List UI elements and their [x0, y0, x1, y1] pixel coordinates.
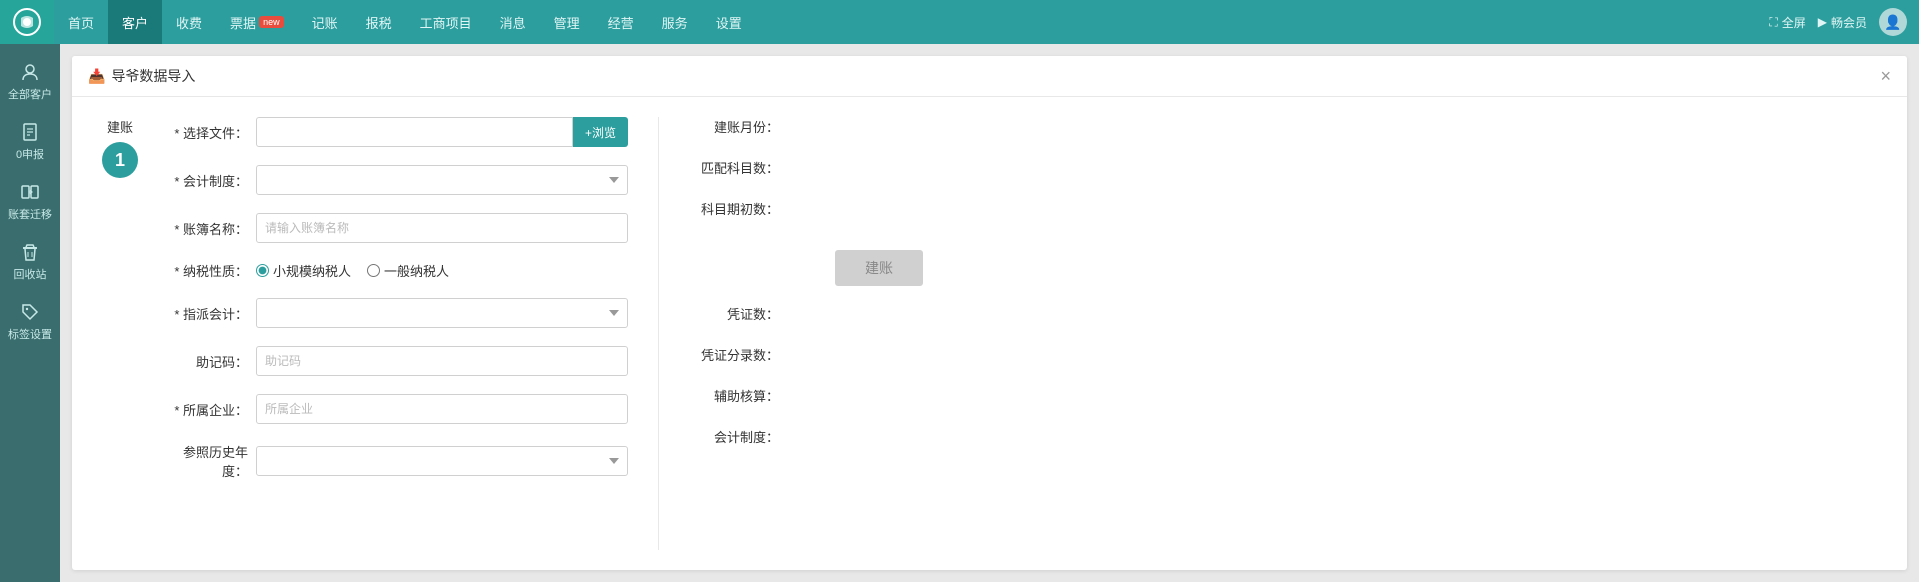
nav-item-收费[interactable]: 收费	[162, 0, 216, 44]
ref-year-select[interactable]	[256, 446, 628, 476]
member-button[interactable]: ▶ 畅会员	[1818, 14, 1867, 31]
sidebar-item-migrate[interactable]: 账套迁移	[0, 172, 60, 232]
form-row-memo: 助记码：	[168, 346, 628, 376]
form-row-accounting: * 会计制度：	[168, 165, 628, 195]
subjects-initial-label: 科目期初数：	[689, 199, 779, 218]
sidebar-item-declare[interactable]: 0申报	[0, 112, 60, 172]
fullscreen-label: 全屏	[1782, 14, 1806, 31]
nav-item-消息[interactable]: 消息	[486, 0, 540, 44]
sidebar-item-label-migrate: 账套迁移	[8, 206, 52, 222]
accountant-label: * 指派会计：	[168, 304, 248, 323]
nav-item-首页[interactable]: 首页	[54, 0, 108, 44]
nav-item-记账[interactable]: 记账	[298, 0, 352, 44]
accounting-system-select[interactable]	[256, 165, 628, 195]
form-right: 建账月份： 匹配科目数： 科目期初数： 建账	[689, 117, 1069, 550]
browse-button[interactable]: +浏览	[573, 117, 628, 147]
form-left: * 选择文件： +浏览 * 会计制度：	[168, 117, 628, 550]
memo-input[interactable]	[256, 346, 628, 376]
form-row-file: * 选择文件： +浏览	[168, 117, 628, 147]
nav-right: ⛶ 全屏 ▶ 畅会员 👤	[1769, 8, 1907, 36]
dialog-panel: 📥 导爷数据导入 × 建账 1 * 选择文件：	[72, 56, 1907, 570]
sidebar-item-label-all-clients: 全部客户	[8, 86, 52, 102]
fullscreen-icon: ⛶	[1769, 15, 1777, 30]
fullscreen-button[interactable]: ⛶ 全屏	[1769, 14, 1805, 31]
tax-radio-group: 小规模纳税人 一般纳税人	[256, 261, 449, 280]
form-row-voucher-entries: 凭证分录数：	[689, 345, 1069, 364]
nav-items: 首页客户收费票据new记账报税工商项目消息管理经营服务设置	[54, 0, 1769, 44]
import-icon: 📥	[88, 68, 105, 85]
match-subjects-label: 匹配科目数：	[689, 158, 779, 177]
nav-item-服务[interactable]: 服务	[648, 0, 702, 44]
accounting-label: * 会计制度：	[168, 171, 248, 190]
form-row-ledger: * 账簿名称：	[168, 213, 628, 243]
file-text-input[interactable]	[256, 117, 573, 147]
nav-item-设置[interactable]: 设置	[702, 0, 756, 44]
form-row-subjects-initial: 科目期初数：	[689, 199, 1069, 218]
user-avatar[interactable]: 👤	[1879, 8, 1907, 36]
form-row-ref-year: 参照历史年度：	[168, 442, 628, 480]
top-navigation: 首页客户收费票据new记账报税工商项目消息管理经营服务设置 ⛶ 全屏 ▶ 畅会员…	[0, 0, 1919, 44]
nav-item-经营[interactable]: 经营	[594, 0, 648, 44]
nav-badge-票据: new	[259, 16, 284, 28]
nav-item-客户[interactable]: 客户	[108, 0, 162, 44]
form-row-build-month: 建账月份：	[689, 117, 1069, 136]
sidebar-item-label-tags: 标签设置	[8, 326, 52, 342]
file-label: * 选择文件：	[168, 123, 248, 142]
sidebar-item-tags[interactable]: 标签设置	[0, 292, 60, 352]
form-row-owner: * 所属企业：	[168, 394, 628, 424]
ledger-label: * 账簿名称：	[168, 219, 248, 238]
dialog-body: 建账 1 * 选择文件： +浏览 * 会计制度：	[72, 97, 1907, 570]
nav-item-票据[interactable]: 票据new	[216, 0, 298, 44]
form-row-match-subjects: 匹配科目数：	[689, 158, 1069, 177]
tax-general-text: 一般纳税人	[384, 261, 449, 280]
main-layout: 全部客户 0申报 账套迁移	[0, 44, 1919, 582]
step-section: 建账 1	[102, 117, 138, 550]
tax-small-text: 小规模纳税人	[273, 261, 351, 280]
file-input-group: +浏览	[256, 117, 628, 147]
nav-item-报税[interactable]: 报税	[352, 0, 406, 44]
form-row-accountant: * 指派会计：	[168, 298, 628, 328]
video-icon: ▶	[1818, 15, 1827, 29]
step-label: 建账	[107, 117, 133, 136]
memo-label: 助记码：	[168, 352, 248, 371]
accountant-select[interactable]	[256, 298, 628, 328]
form-row-accounting-system-right: 会计制度：	[689, 427, 1069, 446]
sidebar: 全部客户 0申报 账套迁移	[0, 44, 60, 582]
form-row-auxiliary: 辅助核算：	[689, 386, 1069, 405]
sidebar-item-label-declare: 0申报	[16, 146, 44, 162]
step-circle: 1	[102, 142, 138, 178]
form-row-voucher-count: 凭证数：	[689, 304, 1069, 323]
dialog-header: 📥 导爷数据导入 ×	[72, 56, 1907, 97]
voucher-count-label: 凭证数：	[689, 304, 779, 323]
member-label: 畅会员	[1831, 14, 1867, 31]
dialog-title: 📥 导爷数据导入	[88, 66, 195, 86]
tax-general-label[interactable]: 一般纳税人	[367, 261, 449, 280]
close-button[interactable]: ×	[1880, 67, 1891, 85]
form-row-tax: * 纳税性质： 小规模纳税人 一般纳税人	[168, 261, 628, 280]
accounting-system-right-label: 会计制度：	[689, 427, 779, 446]
tax-small-radio[interactable]	[256, 264, 269, 277]
form-divider	[658, 117, 659, 550]
owner-label: * 所属企业：	[168, 400, 248, 419]
nav-item-管理[interactable]: 管理	[540, 0, 594, 44]
auxiliary-label: 辅助核算：	[689, 386, 779, 405]
nav-item-工商项目[interactable]: 工商项目	[406, 0, 486, 44]
logo	[0, 0, 54, 44]
voucher-entries-label: 凭证分录数：	[689, 345, 779, 364]
dialog-title-text: 导爷数据导入	[111, 66, 195, 86]
tax-label: * 纳税性质：	[168, 261, 248, 280]
tax-general-radio[interactable]	[367, 264, 380, 277]
ledger-name-input[interactable]	[256, 213, 628, 243]
build-button[interactable]: 建账	[835, 250, 923, 286]
sidebar-item-recycle[interactable]: 回收站	[0, 232, 60, 292]
owner-input[interactable]	[256, 394, 628, 424]
build-month-label: 建账月份：	[689, 117, 779, 136]
sidebar-item-all-clients[interactable]: 全部客户	[0, 52, 60, 112]
ref-year-label: 参照历史年度：	[168, 442, 248, 480]
sidebar-item-label-recycle: 回收站	[14, 266, 47, 282]
tax-small-label[interactable]: 小规模纳税人	[256, 261, 351, 280]
content-area: 📥 导爷数据导入 × 建账 1 * 选择文件：	[60, 44, 1919, 582]
